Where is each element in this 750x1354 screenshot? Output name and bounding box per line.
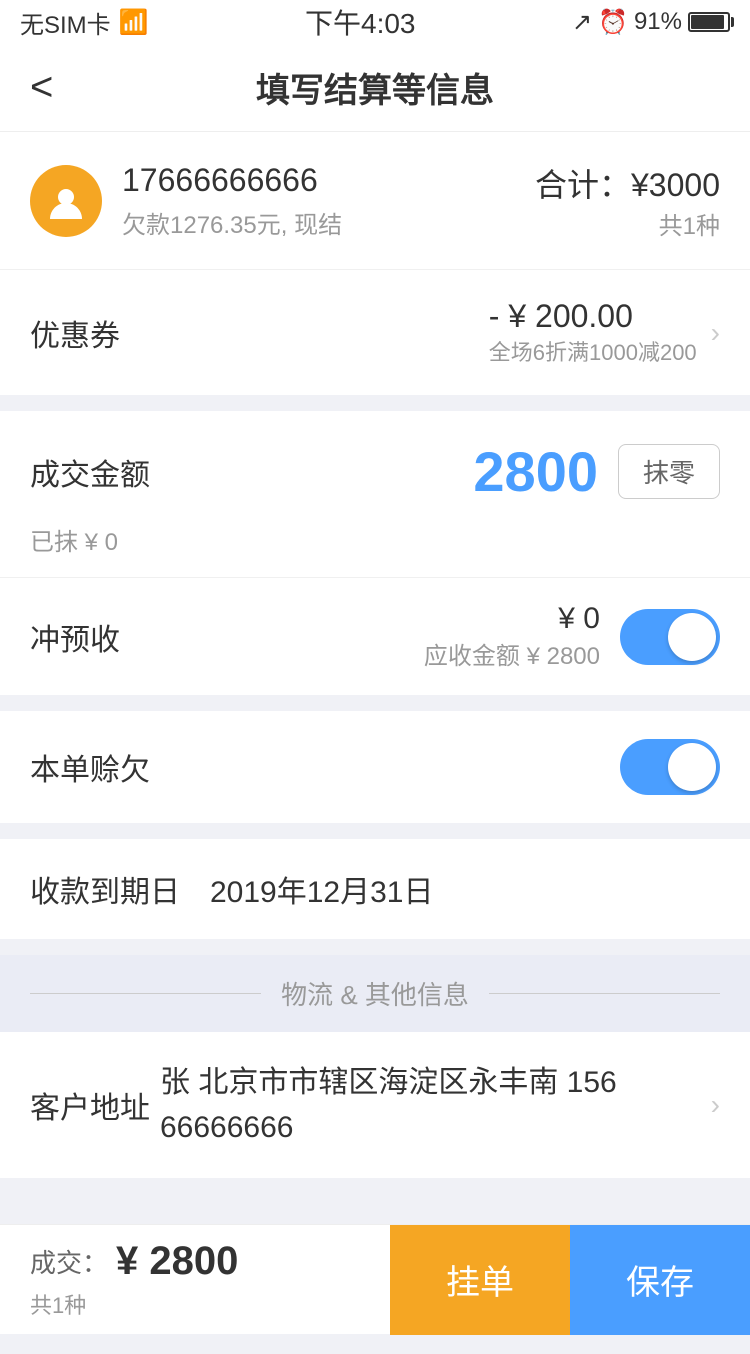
address-chevron-icon: ›: [711, 1089, 720, 1121]
customer-section: 17666666666 欠款1276.35元, 现结 合计：¥3000 共1种 …: [0, 132, 750, 395]
status-left: 无SIM卡 📶: [20, 5, 149, 40]
coupon-right: - ¥ 200.00 全场6折满1000减200 ›: [489, 298, 720, 367]
save-button[interactable]: 保存: [570, 1225, 750, 1335]
customer-left: 17666666666 欠款1276.35元, 现结: [30, 162, 342, 240]
status-right: ↗ ⏰ 91%: [572, 8, 730, 37]
customer-info: 17666666666 欠款1276.35元, 现结: [122, 162, 342, 240]
bottom-total-row: 成交： ¥ 2800: [30, 1239, 360, 1284]
amount-sub: 已抹 ¥ 0: [0, 522, 750, 577]
duedate-section: 收款到期日 2019年12月31日: [0, 839, 750, 939]
divider-line-left: [30, 993, 261, 994]
prepay-subtext: 应收金额 ¥ 2800: [424, 636, 600, 671]
alarm-icon: ⏰: [598, 8, 628, 37]
prepay-right: ¥ 0 应收金额 ¥ 2800: [424, 602, 720, 671]
bottom-total: 成交： ¥ 2800 共1种: [0, 1239, 390, 1320]
amount-section: 成交金额 2800 抹零 已抹 ¥ 0 冲预收 ¥ 0 应收金额 ¥ 2800: [0, 411, 750, 695]
round-button[interactable]: 抹零: [618, 444, 720, 499]
status-time: 下午4:03: [305, 2, 416, 42]
prepay-toggle[interactable]: [620, 609, 720, 665]
prepay-row: 冲预收 ¥ 0 应收金额 ¥ 2800: [0, 577, 750, 695]
divider-line-right: [489, 993, 720, 994]
divider-text: 物流 & 其他信息: [281, 975, 469, 1012]
avatar: [30, 165, 102, 237]
bottom-total-label: 成交：: [30, 1243, 108, 1280]
customer-right: 合计：¥3000 共1种: [535, 160, 720, 241]
prepay-label-area: 冲预收: [30, 615, 120, 659]
total-amount: 合计：¥3000: [535, 160, 720, 206]
carrier-text: 无SIM卡: [20, 5, 111, 40]
address-label: 客户地址: [30, 1083, 160, 1127]
location-icon: ↗: [572, 8, 592, 37]
coupon-discount: - ¥ 200.00: [489, 298, 697, 335]
amount-label: 成交金额: [30, 450, 150, 494]
address-value: 张 北京市市辖区海淀区永丰南 156 66666666: [160, 1060, 707, 1150]
toggle-knob-debt: [668, 743, 716, 791]
amount-right: 2800 抹零: [473, 439, 720, 504]
coupon-label: 优惠券: [30, 311, 120, 355]
prepay-value: ¥ 0: [424, 602, 600, 636]
duedate-row: 收款到期日 2019年12月31日: [0, 839, 750, 939]
customer-row: 17666666666 欠款1276.35元, 现结 合计：¥3000 共1种: [0, 132, 750, 269]
hold-button[interactable]: 挂单: [390, 1225, 570, 1335]
coupon-row[interactable]: 优惠券 - ¥ 200.00 全场6折满1000减200 ›: [0, 269, 750, 395]
bottom-total-amount: ¥ 2800: [116, 1239, 238, 1284]
divider-section: 物流 & 其他信息: [0, 955, 750, 1032]
duedate-value: 2019年12月31日: [210, 867, 433, 911]
back-button[interactable]: <: [30, 65, 90, 110]
debt-section: 本单赊欠: [0, 711, 750, 823]
bottom-bar: 成交： ¥ 2800 共1种 挂单 保存: [0, 1224, 750, 1334]
battery-icon: [688, 12, 730, 32]
page-title: 填写结算等信息: [90, 63, 660, 112]
debt-label: 本单赊欠: [30, 745, 150, 789]
address-section: 客户地址 张 北京市市辖区海淀区永丰南 156 66666666 ›: [0, 1032, 750, 1178]
debt-toggle[interactable]: [620, 739, 720, 795]
chevron-right-icon: ›: [711, 317, 720, 349]
amount-row: 成交金额 2800 抹零: [0, 411, 750, 532]
amount-value: 2800: [473, 439, 598, 504]
address-row[interactable]: 客户地址 张 北京市市辖区海淀区永丰南 156 66666666 ›: [0, 1032, 750, 1178]
status-bar: 无SIM卡 📶 下午4:03 ↗ ⏰ 91%: [0, 0, 750, 44]
coupon-desc: 全场6折满1000减200: [489, 335, 697, 367]
debt-row: 本单赊欠: [0, 711, 750, 823]
prepay-label: 冲预收: [30, 615, 120, 659]
duedate-label: 收款到期日: [30, 867, 180, 911]
nav-bar: < 填写结算等信息: [0, 44, 750, 132]
total-count: 共1种: [535, 206, 720, 241]
customer-subtext: 欠款1276.35元, 现结: [122, 205, 342, 240]
wifi-icon: 📶: [119, 8, 149, 37]
toggle-knob: [668, 613, 716, 661]
battery-percent: 91%: [634, 8, 682, 36]
customer-phone: 17666666666: [122, 162, 342, 199]
bottom-total-sub: 共1种: [30, 1288, 360, 1320]
